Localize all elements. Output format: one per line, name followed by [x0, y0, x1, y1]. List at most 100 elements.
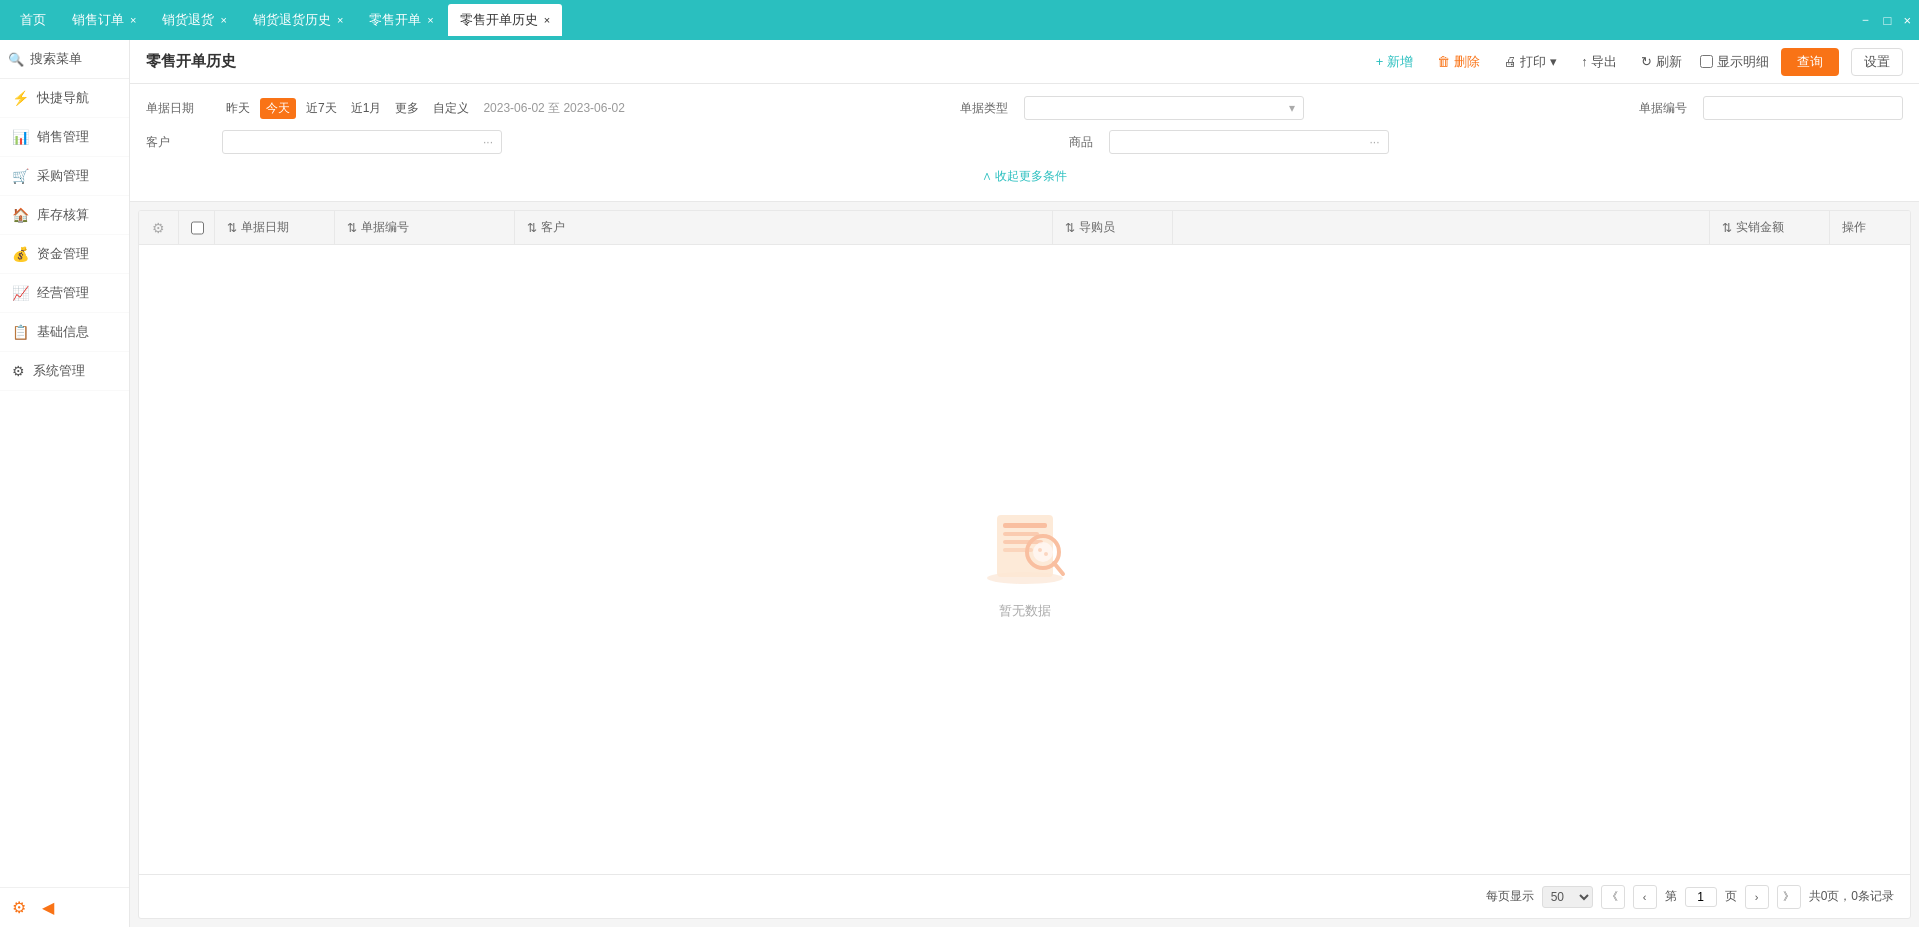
th-checkbox[interactable]: [179, 211, 215, 244]
th-action: 操作: [1830, 211, 1910, 244]
table-area: ⚙ ⇅ 单据日期 ⇅ 单据编号 ⇅ 客户 ⇅: [138, 210, 1911, 919]
tab-retail-open[interactable]: 零售开单 ×: [357, 4, 445, 36]
tab-close-sales-order[interactable]: ×: [130, 14, 136, 26]
sort-icon-customer: ⇅: [527, 221, 537, 235]
maximize-button[interactable]: □: [1884, 13, 1892, 28]
query-button[interactable]: 查询: [1781, 48, 1839, 76]
per-page-label: 每页显示: [1486, 888, 1534, 905]
goods-select[interactable]: ···: [1109, 130, 1389, 154]
sort-icon-num: ⇅: [347, 221, 357, 235]
close-button[interactable]: ×: [1903, 13, 1911, 28]
tab-close-sales-return[interactable]: ×: [220, 14, 226, 26]
svg-point-7: [1033, 542, 1053, 562]
th-settings[interactable]: ⚙: [139, 211, 179, 244]
operations-icon: 📈: [12, 285, 29, 301]
tab-close-retail-open-history[interactable]: ×: [544, 14, 550, 26]
quick-nav-icon: ⚡: [12, 90, 29, 106]
sales-mgmt-icon: 📊: [12, 129, 29, 145]
display-toggle[interactable]: 显示明细: [1700, 53, 1769, 71]
filter-row-1: 单据日期 昨天 今天 近7天 近1月 更多 自定义 2023-06-02 至 2…: [146, 96, 1903, 120]
sidebar-item-finance[interactable]: 💰 资金管理: [0, 235, 129, 274]
search-icon: 🔍: [8, 52, 24, 67]
sidebar-item-sales-mgmt[interactable]: 📊 销售管理: [0, 118, 129, 157]
tab-sales-order[interactable]: 销售订单 ×: [60, 4, 148, 36]
table-settings-icon[interactable]: ⚙: [152, 220, 165, 236]
tab-retail-open-history[interactable]: 零售开单历史 ×: [448, 4, 562, 36]
export-button[interactable]: ↑ 导出: [1575, 49, 1623, 75]
sidebar-collapse-icon[interactable]: ◀: [42, 898, 54, 917]
svg-point-9: [1038, 548, 1042, 552]
setting-button[interactable]: 设置: [1851, 48, 1903, 76]
date-btn-more[interactable]: 更多: [391, 98, 423, 119]
date-btn-today[interactable]: 今天: [260, 98, 296, 119]
date-btn-last-month[interactable]: 近1月: [347, 98, 386, 119]
doc-type-select[interactable]: ▾: [1024, 96, 1304, 120]
table-header: ⚙ ⇅ 单据日期 ⇅ 单据编号 ⇅ 客户 ⇅: [139, 211, 1910, 245]
pagination: 每页显示 50 10 20 100 《 ‹ 第 页 ›: [139, 874, 1910, 918]
date-label: 单据日期: [146, 100, 206, 117]
sidebar-item-quick-nav[interactable]: ⚡ 快捷导航: [0, 79, 129, 118]
svg-rect-4: [1003, 540, 1043, 544]
filter-area: 单据日期 昨天 今天 近7天 近1月 更多 自定义 2023-06-02 至 2…: [130, 84, 1919, 202]
tab-home[interactable]: 首页: [8, 4, 58, 36]
sys-mgmt-icon: ⚙: [12, 363, 25, 379]
customer-dots: ···: [483, 135, 493, 149]
th-amount[interactable]: ⇅ 实销金额: [1710, 211, 1830, 244]
sidebar-item-operations[interactable]: 📈 经营管理: [0, 274, 129, 313]
empty-illustration: [975, 500, 1075, 590]
svg-point-10: [1044, 552, 1048, 556]
tab-close-sales-return-history[interactable]: ×: [337, 14, 343, 26]
display-toggle-checkbox[interactable]: [1700, 55, 1713, 68]
th-guide[interactable]: ⇅ 导购员: [1053, 211, 1173, 244]
th-date[interactable]: ⇅ 单据日期: [215, 211, 335, 244]
sidebar-item-basic-info[interactable]: 📋 基础信息: [0, 313, 129, 352]
th-customer[interactable]: ⇅ 客户: [515, 211, 1053, 244]
date-btn-yesterday[interactable]: 昨天: [222, 98, 254, 119]
first-page-button[interactable]: 《: [1601, 885, 1625, 909]
page-number-input[interactable]: [1685, 887, 1717, 907]
select-all-checkbox[interactable]: [191, 221, 204, 235]
sort-icon-date: ⇅: [227, 221, 237, 235]
per-page-select[interactable]: 50 10 20 100: [1542, 886, 1593, 908]
purchase-mgmt-icon: 🛒: [12, 168, 29, 184]
sidebar-search[interactable]: 🔍 搜索菜单: [0, 40, 129, 79]
doc-type-label: 单据类型: [948, 100, 1008, 117]
refresh-button[interactable]: ↻ 刷新: [1635, 49, 1688, 75]
doc-type-arrow: ▾: [1289, 101, 1295, 115]
prev-page-button[interactable]: ‹: [1633, 885, 1657, 909]
svg-rect-2: [1003, 523, 1047, 528]
empty-state: 暂无数据: [139, 245, 1910, 874]
minimize-button[interactable]: －: [1859, 11, 1872, 29]
doc-num-input[interactable]: [1703, 96, 1903, 120]
tab-sales-return[interactable]: 销货退货 ×: [150, 4, 238, 36]
th-wide: [1173, 211, 1711, 244]
sort-icon-amount: ⇅: [1722, 221, 1732, 235]
tab-close-retail-open[interactable]: ×: [427, 14, 433, 26]
doc-num-label: 单据编号: [1627, 100, 1687, 117]
date-btn-custom[interactable]: 自定义: [429, 98, 473, 119]
customer-select[interactable]: ···: [222, 130, 502, 154]
sidebar-item-inventory[interactable]: 🏠 库存核算: [0, 196, 129, 235]
print-button[interactable]: 🖨 打印 ▾: [1498, 49, 1564, 75]
th-num[interactable]: ⇅ 单据编号: [335, 211, 515, 244]
content-area: 零售开单历史 + 新增 🗑 删除 🖨 打印 ▾ ↑ 导出 ↻ 刷新 显示明细 查…: [130, 40, 1919, 927]
date-range-display: 2023-06-02 至 2023-06-02: [483, 100, 624, 117]
page-label: 第: [1665, 888, 1677, 905]
window-controls: － □ ×: [1859, 11, 1911, 29]
sidebar: 🔍 搜索菜单 ⚡ 快捷导航 📊 销售管理 🛒 采购管理 🏠 库存核算 💰 资金管…: [0, 40, 130, 927]
tab-sales-return-history[interactable]: 销货退货历史 ×: [241, 4, 355, 36]
toolbar: + 新增 🗑 删除 🖨 打印 ▾ ↑ 导出 ↻ 刷新 显示明细 查询 设置: [1370, 48, 1903, 76]
sidebar-item-sys-mgmt[interactable]: ⚙ 系统管理: [0, 352, 129, 391]
page-suffix: 页: [1725, 888, 1737, 905]
next-page-button[interactable]: ›: [1745, 885, 1769, 909]
date-btn-last7[interactable]: 近7天: [302, 98, 341, 119]
sidebar-settings-icon[interactable]: ⚙: [12, 898, 26, 917]
delete-button[interactable]: 🗑 删除: [1431, 49, 1486, 75]
svg-line-8: [1054, 563, 1063, 574]
add-button[interactable]: + 新增: [1370, 49, 1419, 75]
empty-text: 暂无数据: [999, 602, 1051, 620]
collapse-conditions-btn[interactable]: ∧ 收起更多条件: [978, 164, 1071, 189]
last-page-button[interactable]: 》: [1777, 885, 1801, 909]
sidebar-item-purchase-mgmt[interactable]: 🛒 采购管理: [0, 157, 129, 196]
collapse-row: ∧ 收起更多条件: [146, 164, 1903, 189]
